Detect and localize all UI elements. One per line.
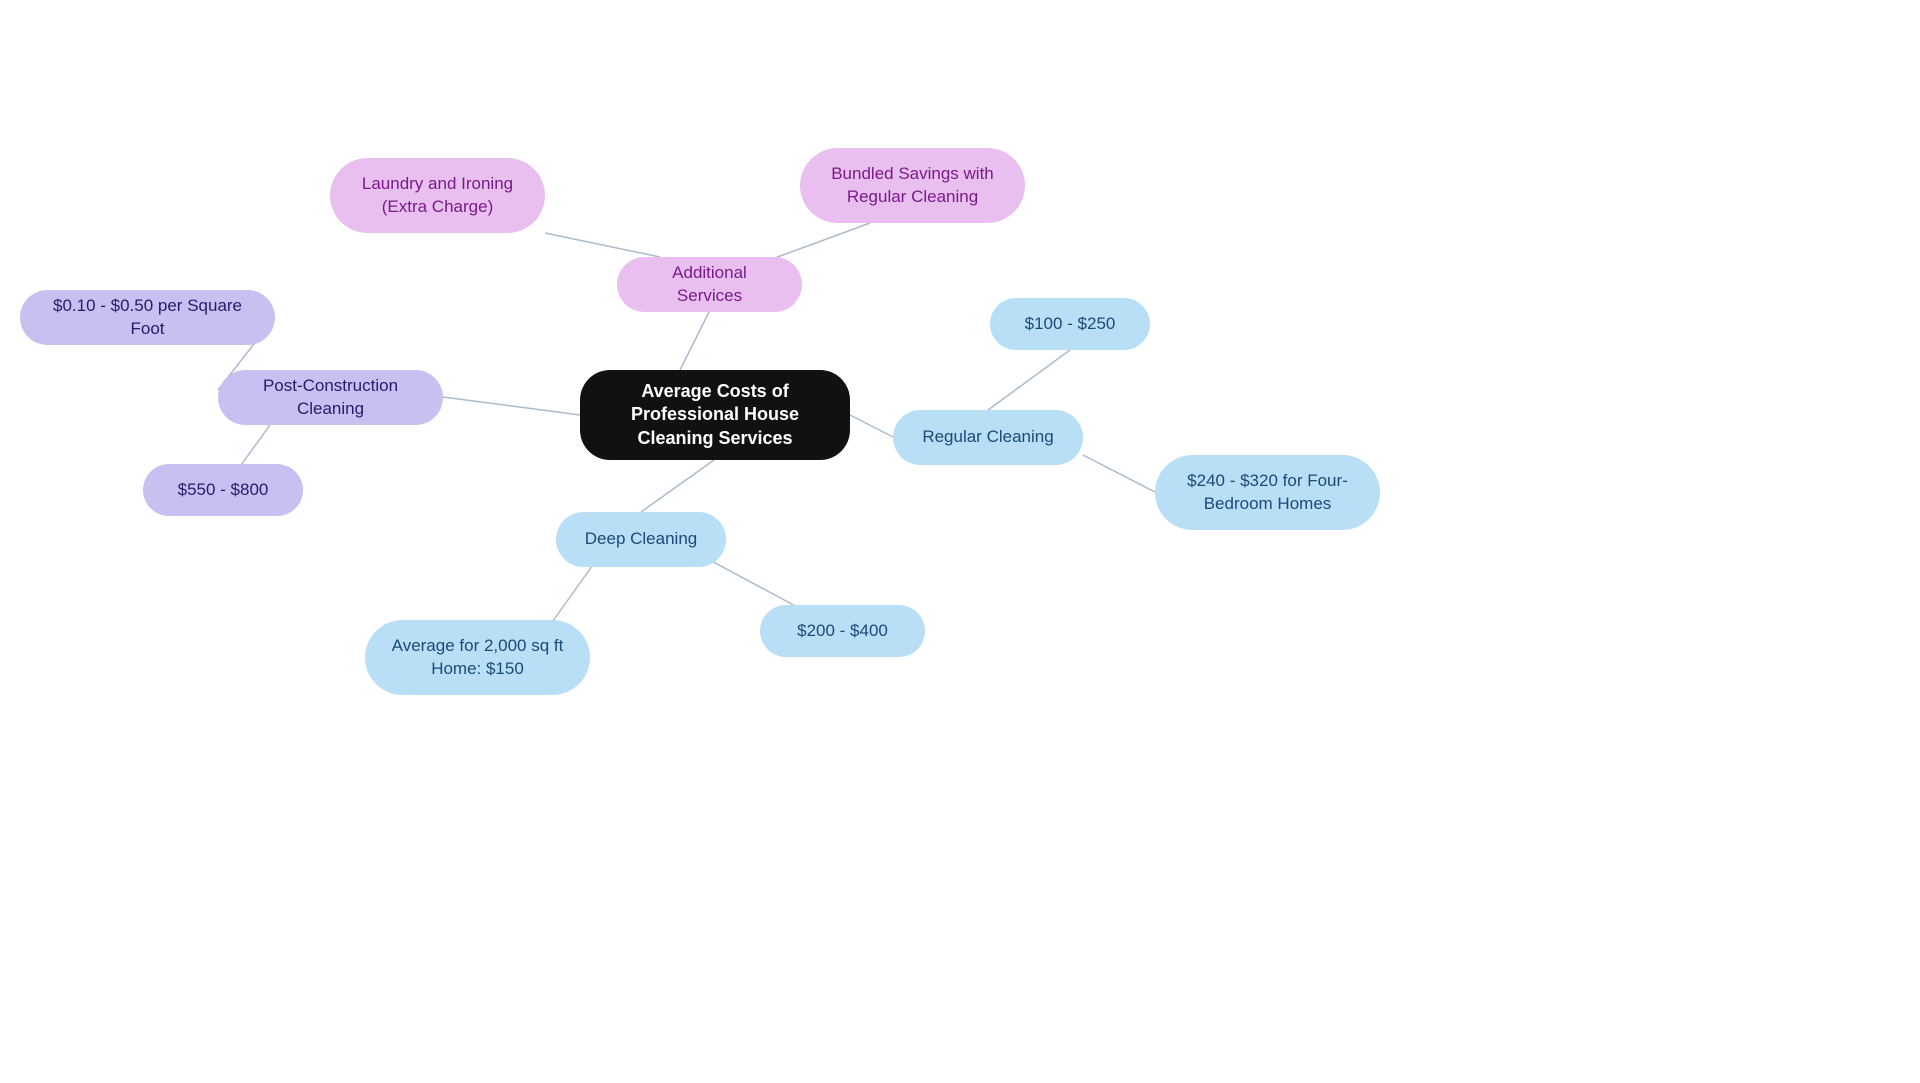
center-node: Average Costs of Professional House Clea… [580,370,850,460]
additional-services-node: Additional Services [617,257,802,312]
post-construction-node: Post-Construction Cleaning [218,370,443,425]
bundled-savings-node: Bundled Savings with Regular Cleaning [800,148,1025,223]
price-240-320-node: $240 - $320 for Four-Bedroom Homes [1155,455,1380,530]
laundry-ironing-node: Laundry and Ironing (Extra Charge) [330,158,545,233]
price-550-800-node: $550 - $800 [143,464,303,516]
avg-2000sqft-node: Average for 2,000 sq ft Home: $150 [365,620,590,695]
regular-cleaning-node: Regular Cleaning [893,410,1083,465]
price-sqft-node: $0.10 - $0.50 per Square Foot [20,290,275,345]
price-100-250-node: $100 - $250 [990,298,1150,350]
price-200-400-node: $200 - $400 [760,605,925,657]
deep-cleaning-node: Deep Cleaning [556,512,726,567]
